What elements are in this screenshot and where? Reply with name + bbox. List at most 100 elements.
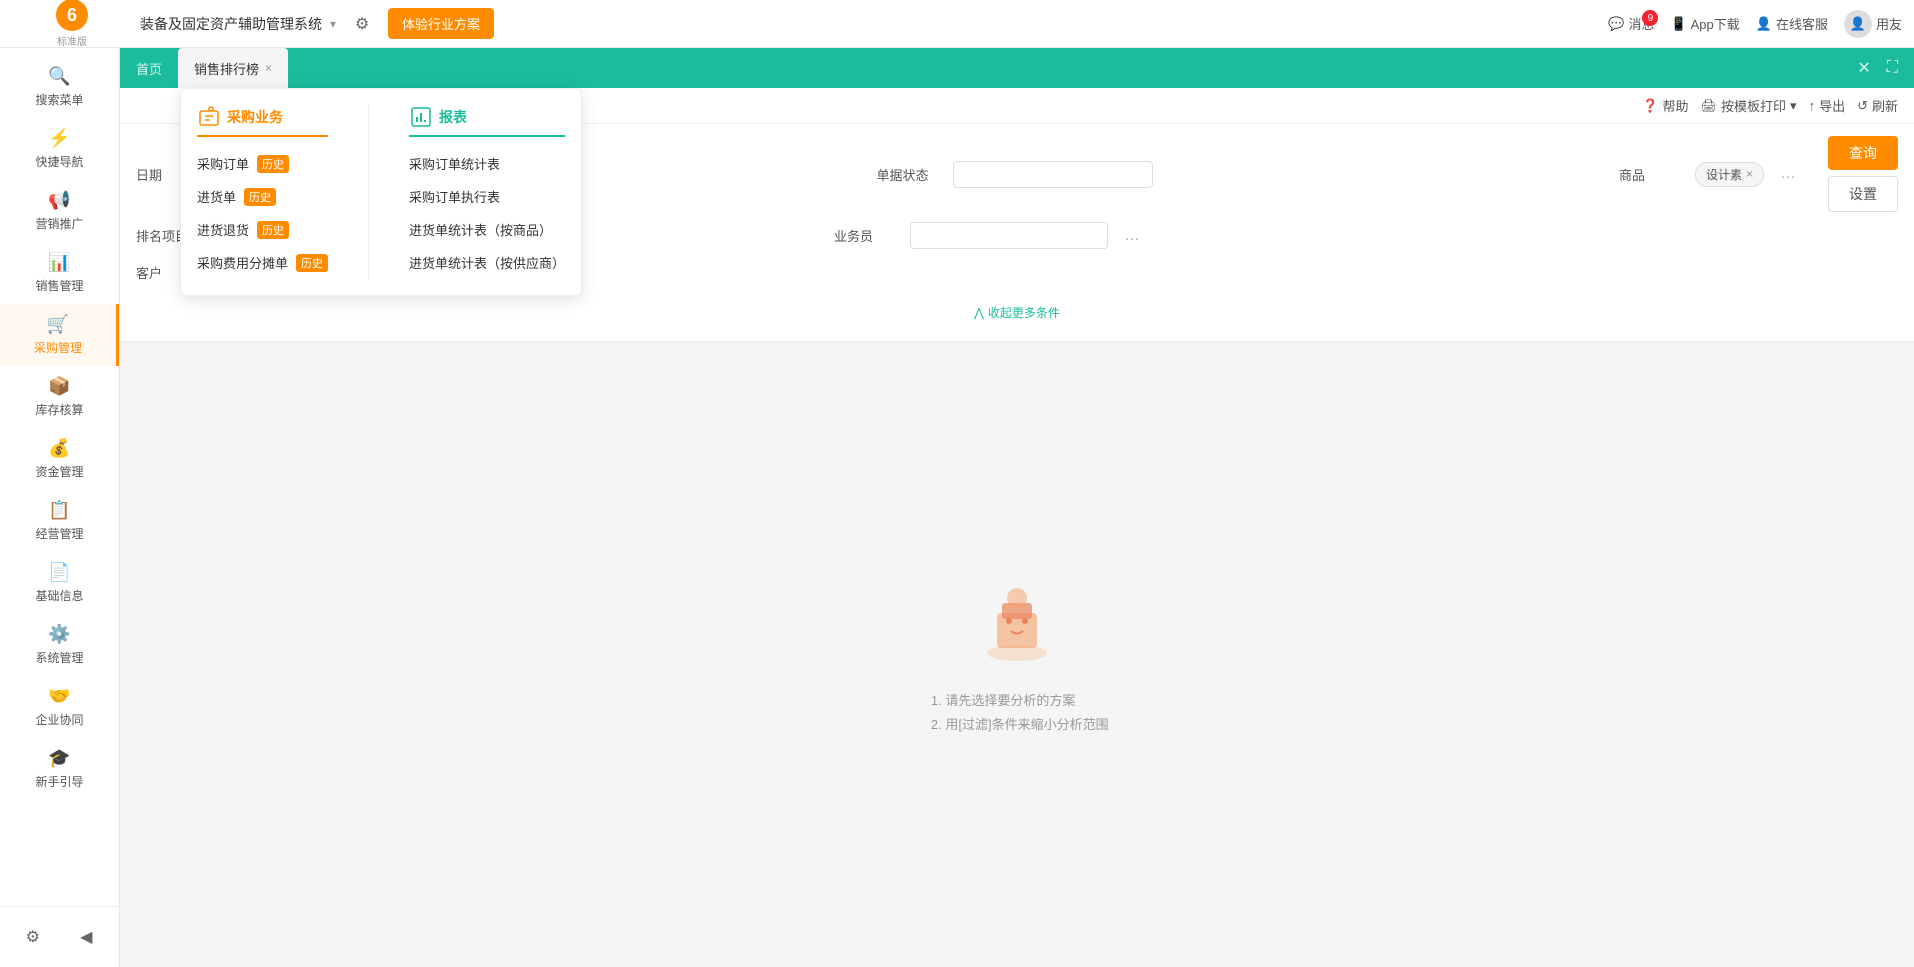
logo-area: 6 标准版 <box>12 0 132 48</box>
sidebar-item-quick-nav[interactable]: ⚡ 快捷导航 <box>0 118 119 180</box>
tab-close-icon[interactable]: × <box>265 61 272 75</box>
query-button[interactable]: 查询 <box>1828 136 1898 170</box>
purchase-section-title: 采购业务 <box>197 105 328 137</box>
menu-item-goods-receipt[interactable]: 进货单 历史 <box>197 180 328 213</box>
sidebar-item-inventory[interactable]: 📦 库存核算 <box>0 366 119 428</box>
inventory-icon: 📦 <box>48 376 70 397</box>
sidebar-item-guide[interactable]: 🎓 新手引导 <box>0 738 119 800</box>
goods-more-button[interactable]: … <box>1780 165 1796 183</box>
sidebar-item-system[interactable]: ⚙️ 系统管理 <box>0 614 119 676</box>
ops-icon: 📋 <box>48 500 70 521</box>
menu-item-purchase-expense[interactable]: 采购费用分摊单 历史 <box>197 246 328 279</box>
system-title: 装备及固定资产辅助管理系统 <box>140 14 322 34</box>
online-service-button[interactable]: 👤 在线客服 <box>1756 14 1828 33</box>
purchase-dropdown-menu: 采购业务 采购订单 历史 进货单 历史 进货退货 历史 采购费用分摊单 历史 <box>180 88 582 296</box>
guide-icon: 🎓 <box>48 748 70 769</box>
sidebar-collapse-button[interactable]: ◀ <box>70 921 102 953</box>
goods-tag-close[interactable]: × <box>1746 167 1753 181</box>
sidebar-item-label: 销售管理 <box>35 277 83 294</box>
service-icon: 👤 <box>1756 16 1772 32</box>
sidebar-item-label: 企业协同 <box>35 711 83 728</box>
tab-expand-button[interactable]: ⛶ <box>1883 55 1902 81</box>
sidebar-item-search[interactable]: 🔍 搜索菜单 <box>0 56 119 118</box>
export-label: 导出 <box>1819 96 1845 115</box>
salesperson-label: 业务员 <box>834 226 894 245</box>
sidebar-item-label: 营销推广 <box>35 215 83 232</box>
export-button[interactable]: ↑ 导出 <box>1809 96 1846 115</box>
sidebar-item-operations[interactable]: 📋 经营管理 <box>0 490 119 552</box>
gear-icon[interactable]: ⚙ <box>348 10 376 38</box>
history-badge: 历史 <box>257 221 289 239</box>
sidebar-item-label: 快捷导航 <box>35 153 83 170</box>
print-label: 按模板打印 <box>1721 96 1786 115</box>
menu-item-purchase-order[interactable]: 采购订单 历史 <box>197 147 328 180</box>
menu-item-purchase-order-stats[interactable]: 采购订单统计表 <box>409 147 565 180</box>
refresh-button[interactable]: ↺ 刷新 <box>1857 96 1898 115</box>
flash-icon: ⚡ <box>48 128 70 149</box>
help-button[interactable]: ❓ 帮助 <box>1642 96 1688 115</box>
menu-item-goods-return[interactable]: 进货退货 历史 <box>197 213 328 246</box>
tab-bar-right: ✕ ⛶ <box>1853 54 1914 82</box>
print-dropdown-icon[interactable]: ▾ <box>1790 98 1797 114</box>
sidebar-item-label: 搜索菜单 <box>35 91 83 108</box>
industry-button[interactable]: 体验行业方案 <box>388 8 494 39</box>
menu-item-label: 采购订单 <box>197 154 249 173</box>
sidebar-item-enterprise[interactable]: 🤝 企业协同 <box>0 676 119 738</box>
main-layout: 🔍 搜索菜单 ⚡ 快捷导航 📢 营销推广 📊 销售管理 🛒 采购管理 📦 库存核… <box>0 48 1914 967</box>
sidebar-item-label: 基础信息 <box>35 587 83 604</box>
salesperson-more-button[interactable]: … <box>1124 227 1140 245</box>
content-area: 首页 销售排行榜 × ✕ ⛶ ❓ 帮助 🖨 按模板打印 ▾ ↑ <box>120 48 1914 967</box>
online-service-label: 在线客服 <box>1776 14 1828 33</box>
print-button[interactable]: 🖨 按模板打印 ▾ <box>1701 96 1797 115</box>
history-badge: 历史 <box>244 188 276 206</box>
refresh-icon: ↺ <box>1857 98 1868 114</box>
message-badge: 9 <box>1642 10 1658 26</box>
message-button[interactable]: 💬 消息 9 <box>1608 14 1654 33</box>
tab-home-label: 首页 <box>136 59 162 78</box>
user-menu[interactable]: 👤 用友 <box>1844 10 1902 38</box>
tab-sales-ranking[interactable]: 销售排行榜 × <box>178 48 288 88</box>
tab-close-button[interactable]: ✕ <box>1853 54 1874 82</box>
sidebar-settings-button[interactable]: ⚙ <box>17 921 49 953</box>
sidebar: 🔍 搜索菜单 ⚡ 快捷导航 📢 营销推广 📊 销售管理 🛒 采购管理 📦 库存核… <box>0 48 120 967</box>
purchase-menu-section: 采购业务 采购订单 历史 进货单 历史 进货退货 历史 采购费用分摊单 历史 <box>197 105 328 279</box>
collapse-button[interactable]: ⋀ 收起更多条件 <box>136 296 1898 329</box>
top-bar: 6 标准版 装备及固定资产辅助管理系统 ▾ ⚙ 体验行业方案 💬 消息 9 📱 … <box>0 0 1914 48</box>
goods-tag-text: 设计素 <box>1706 166 1742 183</box>
menu-item-purchase-order-exec[interactable]: 采购订单执行表 <box>409 180 565 213</box>
setting-button[interactable]: 设置 <box>1828 176 1898 212</box>
sidebar-item-finance[interactable]: 💰 资金管理 <box>0 428 119 490</box>
app-download-button[interactable]: 📱 App下载 <box>1670 14 1739 33</box>
sidebar-item-label: 新手引导 <box>35 773 83 790</box>
sidebar-item-label: 系统管理 <box>35 649 83 666</box>
phone-icon: 📱 <box>1670 16 1686 32</box>
sidebar-item-basic-info[interactable]: 📄 基础信息 <box>0 552 119 614</box>
print-icon: 🖨 <box>1701 98 1718 114</box>
search-icon: 🔍 <box>48 66 70 87</box>
avatar: 👤 <box>1844 10 1872 38</box>
message-icon: 💬 <box>1608 16 1624 32</box>
menu-divider <box>368 105 369 279</box>
sidebar-item-sales[interactable]: 📊 销售管理 <box>0 242 119 304</box>
voucher-status-select[interactable] <box>953 161 1153 188</box>
title-dropdown-icon[interactable]: ▾ <box>330 17 336 31</box>
menu-item-receipt-stats-goods[interactable]: 进货单统计表（按商品） <box>409 213 565 246</box>
collapse-label: 收起更多条件 <box>988 304 1060 321</box>
collapse-arrow-icon: ⋀ <box>974 306 984 320</box>
menu-item-receipt-stats-supplier[interactable]: 进货单统计表（按供应商） <box>409 246 565 279</box>
marketing-icon: 📢 <box>48 190 70 211</box>
sidebar-item-purchase[interactable]: 🛒 采购管理 <box>0 304 119 366</box>
menu-item-label: 进货单统计表（按商品） <box>409 220 552 239</box>
empty-hint-2: 用[过滤]条件来缩小分析范围 <box>945 713 1108 736</box>
salesperson-input[interactable] <box>910 222 1108 249</box>
sidebar-item-marketing[interactable]: 📢 营销推广 <box>0 180 119 242</box>
sidebar-item-label: 经营管理 <box>35 525 83 542</box>
voucher-status-label: 单据状态 <box>877 165 937 184</box>
sidebar-item-label: 采购管理 <box>34 339 82 356</box>
menu-item-label: 采购费用分摊单 <box>197 253 288 272</box>
sidebar-item-label: 库存核算 <box>35 401 83 418</box>
report-section-title-text: 报表 <box>439 107 467 127</box>
tab-active-label: 销售排行榜 <box>194 59 259 78</box>
tab-home[interactable]: 首页 <box>120 48 178 88</box>
finance-icon: 💰 <box>48 438 70 459</box>
